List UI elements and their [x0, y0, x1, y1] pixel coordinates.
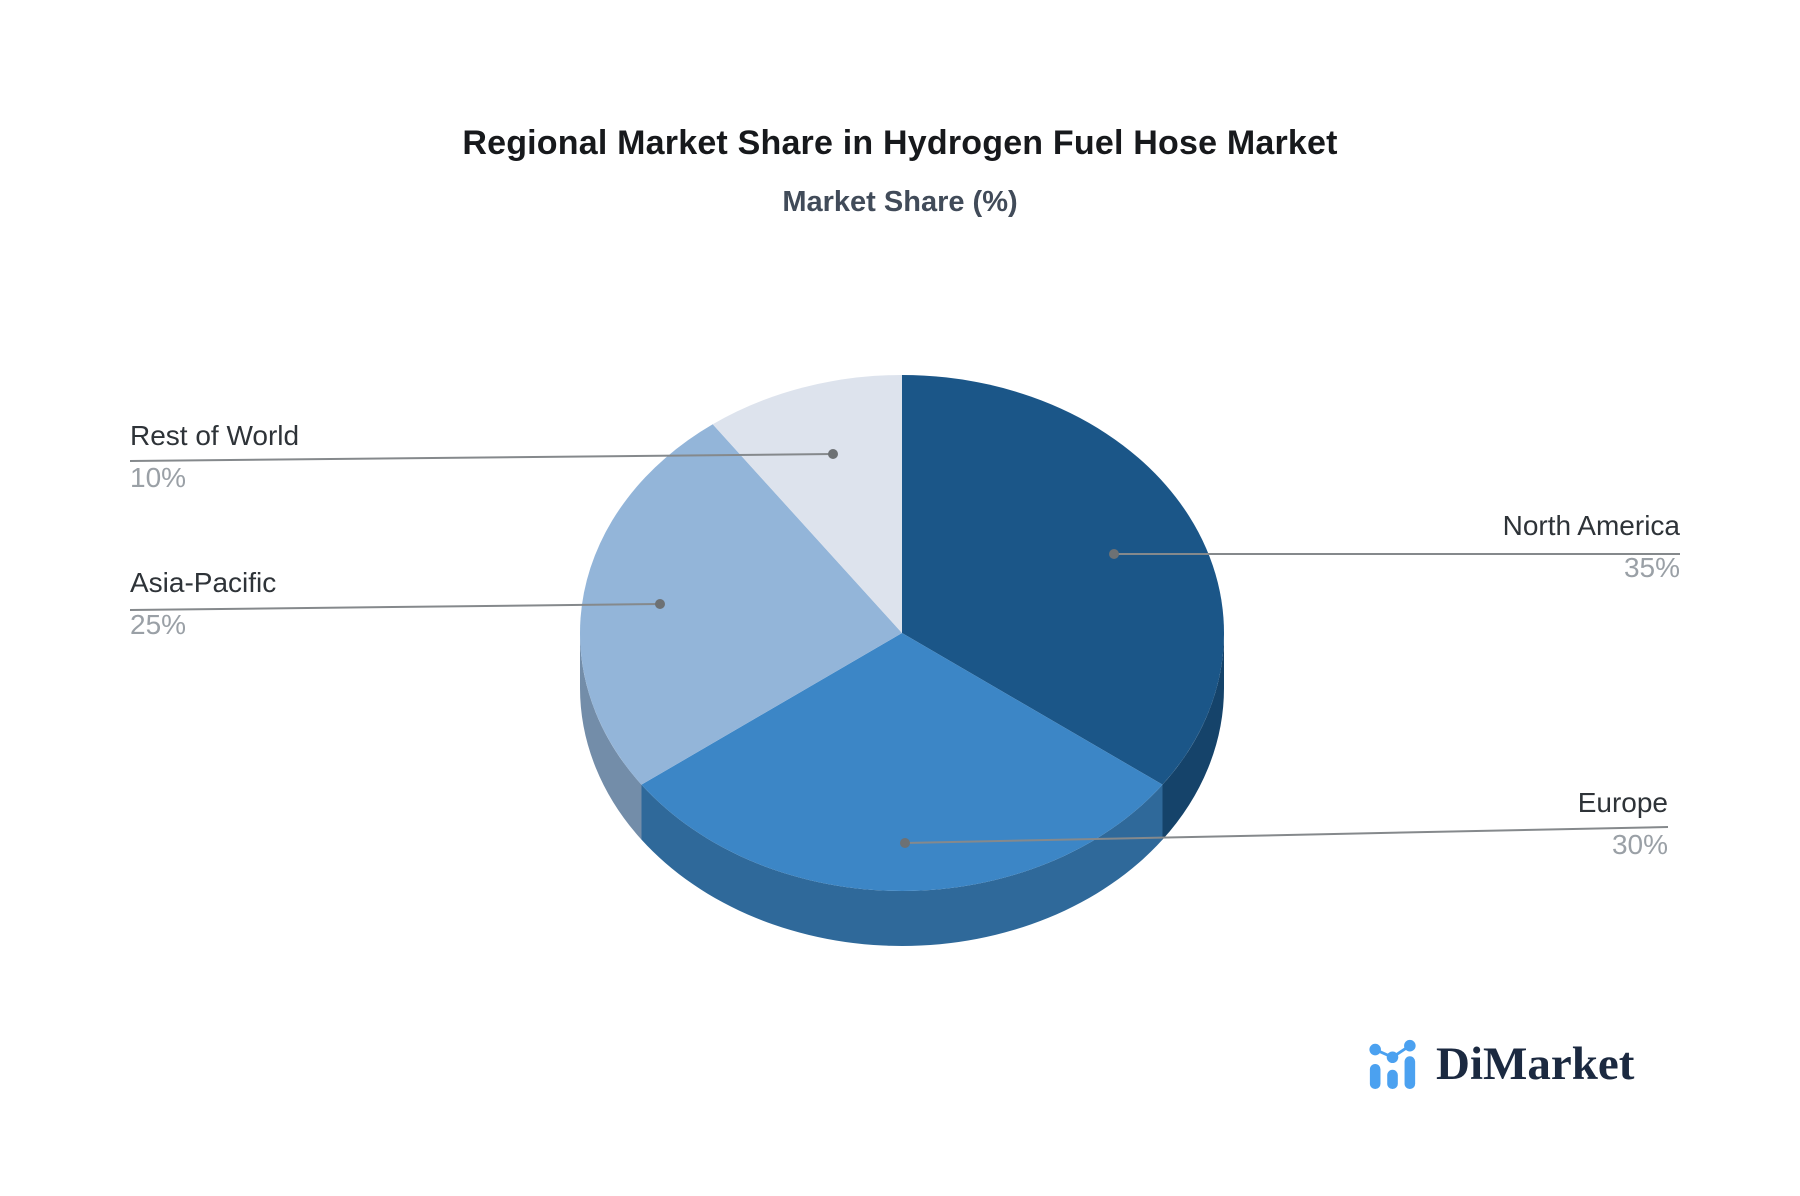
brand-logo: DiMarket: [1364, 1038, 1634, 1090]
brand-name: DiMarket: [1436, 1038, 1635, 1090]
slice-name: Asia-Pacific: [130, 567, 277, 598]
bar: [1369, 1064, 1381, 1090]
label-connector-dot: [900, 838, 910, 848]
label-connector-dot: [655, 599, 665, 609]
bar-line-chart-icon: [1369, 1039, 1416, 1090]
label-connector-dot: [828, 449, 838, 459]
slice-name: Rest of World: [130, 420, 300, 451]
pie-label-europe: Europe 30%: [1578, 787, 1668, 861]
dot: [1369, 1043, 1381, 1056]
bar: [1387, 1069, 1398, 1090]
dot: [1386, 1051, 1399, 1064]
label-connector-dot: [1109, 549, 1119, 559]
bar: [1404, 1056, 1416, 1090]
slice-name: North America: [1502, 510, 1680, 541]
slice-value: 10%: [130, 462, 187, 493]
pie-label-asia-pacific: Asia-Pacific 25%: [130, 567, 276, 641]
slice-value: 30%: [1611, 829, 1668, 860]
pie-label-north-america: North America 35%: [1503, 510, 1680, 584]
chart-canvas: Regional Market Share in Hydrogen Fuel H…: [0, 0, 1800, 1196]
slice-value: 25%: [130, 609, 187, 640]
slice-name: Europe: [1577, 787, 1668, 818]
slice-value: 35%: [1623, 552, 1680, 583]
pie-label-rest-of-world: Rest of World 10%: [130, 420, 299, 494]
dot: [1404, 1039, 1416, 1052]
